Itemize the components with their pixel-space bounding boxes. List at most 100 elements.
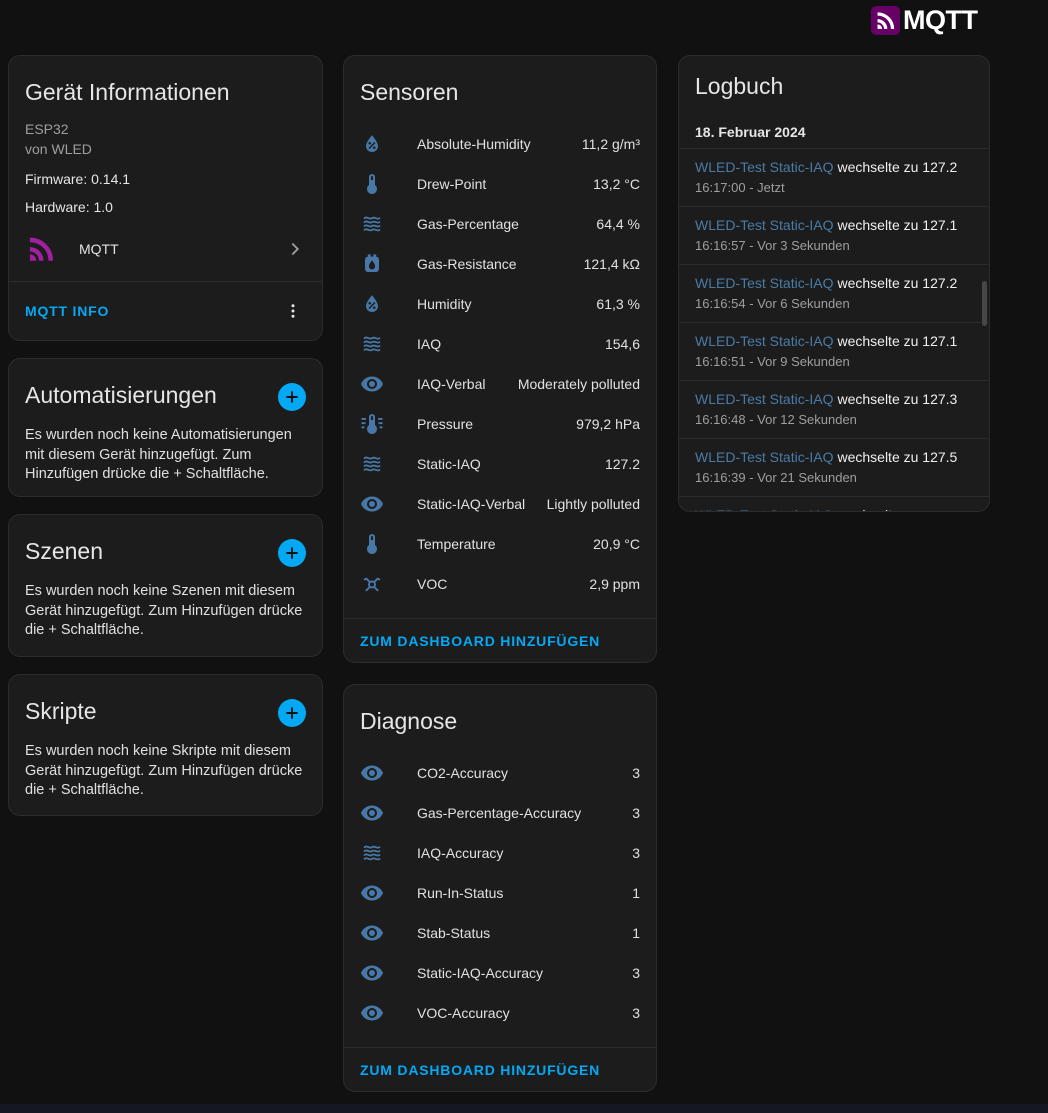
logbook-message-text: wechselte zu 127.2 <box>837 159 958 175</box>
sensor-row[interactable]: Gas-Percentage 64,4 % <box>344 204 656 244</box>
eye-icon <box>360 881 384 905</box>
water-percent-icon <box>360 132 384 156</box>
sensor-name: Temperature <box>417 536 496 552</box>
right-column: Logbuch 18. Februar 2024 WLED-Test Stati… <box>678 55 990 512</box>
sensor-row[interactable]: Gas-Resistance 121,4 kΩ <box>344 244 656 284</box>
sensor-row[interactable]: Pressure 979,2 hPa <box>344 404 656 444</box>
sensor-row[interactable]: IAQ-Verbal Moderately polluted <box>344 364 656 404</box>
diagnostics-card: Diagnose CO2-Accuracy 3 Gas-Percentage-A… <box>343 684 657 1092</box>
diagnostic-name: VOC-Accuracy <box>417 1005 510 1021</box>
entity-link[interactable]: WLED-Test Static-IAQ <box>695 159 833 175</box>
scenes-title-row: Szenen <box>9 515 322 567</box>
sensor-row[interactable]: IAQ 154,6 <box>344 324 656 364</box>
diagnostic-row[interactable]: Stab-Status 1 <box>344 913 656 953</box>
logbook-message: WLED-Test Static-IAQ wechselte zu 127.2 <box>695 273 973 293</box>
logbook-timestamp: 16:16:48 - Vor 12 Sekunden <box>695 412 857 427</box>
plus-icon <box>286 547 298 559</box>
entity-link[interactable]: WLED-Test Static-IAQ <box>695 333 833 349</box>
logbook-message: WLED-Test Static-IAQ wechselte zu 127.3 <box>695 389 973 409</box>
diagnostic-row[interactable]: Gas-Percentage-Accuracy 3 <box>344 793 656 833</box>
scripts-title: Skripte <box>25 698 97 724</box>
sensor-value: 154,6 <box>604 336 640 352</box>
diagnostic-row[interactable]: VOC-Accuracy 3 <box>344 993 656 1033</box>
sensor-row[interactable]: Humidity 61,3 % <box>344 284 656 324</box>
diagnostic-value: 3 <box>632 1005 640 1021</box>
logbook-message: WLED-Test Static-IAQ wechselte zu <box>695 505 973 511</box>
diagnostic-value: 3 <box>632 765 640 781</box>
diagnostic-row[interactable]: CO2-Accuracy 3 <box>344 753 656 793</box>
diagnostics-title: Diagnose <box>360 708 458 734</box>
entity-link[interactable]: WLED-Test Static-IAQ <box>695 275 833 291</box>
page-bottom-strip <box>0 1104 1048 1113</box>
add-script-button[interactable] <box>278 699 306 727</box>
dots-vertical-icon <box>291 304 295 318</box>
entity-link[interactable]: WLED-Test Static-IAQ <box>695 449 833 465</box>
connection-row-mqtt[interactable]: MQTT <box>9 233 322 265</box>
logbook-timestamp: 16:16:51 - Vor 9 Sekunden <box>695 354 850 369</box>
logbook-message-text: wechselte zu 127.5 <box>837 449 958 465</box>
logbook-entry: WLED-Test Static-IAQ wechselte zu <box>679 497 989 511</box>
dots-vertical-menu-button[interactable] <box>276 294 310 328</box>
eye-icon <box>360 921 384 945</box>
sensor-name: Static-IAQ <box>417 456 481 472</box>
eye-icon <box>360 372 384 396</box>
diagnostic-value: 1 <box>632 885 640 901</box>
add-to-dashboard-button[interactable]: ZUM DASHBOARD HINZUFÜGEN <box>360 633 600 649</box>
diagnostics-card-footer: ZUM DASHBOARD HINZUFÜGEN <box>344 1047 656 1091</box>
mqtt-info-button[interactable]: MQTT INFO <box>25 303 109 319</box>
entity-link[interactable]: WLED-Test Static-IAQ <box>695 217 833 233</box>
diagnostics-list: CO2-Accuracy 3 Gas-Percentage-Accuracy 3… <box>344 753 656 1033</box>
sensors-list: Absolute-Humidity 11,2 g/m³ Drew-Point 1… <box>344 124 656 604</box>
sensor-value: 121,4 kΩ <box>583 256 640 272</box>
automations-title-row: Automatisierungen <box>9 359 322 411</box>
sensor-row[interactable]: Drew-Point 13,2 °C <box>344 164 656 204</box>
sensor-name: Pressure <box>417 416 474 432</box>
sensor-row[interactable]: VOC 2,9 ppm <box>344 564 656 604</box>
air-filter-icon <box>360 452 384 476</box>
sensors-title: Sensoren <box>360 79 459 105</box>
entity-link[interactable]: WLED-Test Static-IAQ <box>695 391 833 407</box>
thermometer-icon <box>360 532 384 556</box>
add-to-dashboard-button[interactable]: ZUM DASHBOARD HINZUFÜGEN <box>360 1062 600 1078</box>
logbook-message-text: wechselte zu 127.3 <box>837 391 958 407</box>
sensor-name: IAQ <box>417 336 442 352</box>
add-scene-button[interactable] <box>278 539 306 567</box>
sensor-value: 979,2 hPa <box>576 416 640 432</box>
diagnostic-row[interactable]: Run-In-Status 1 <box>344 873 656 913</box>
entity-link[interactable]: WLED-Test Static-IAQ <box>695 507 833 511</box>
sensor-name: Static-IAQ-Verbal <box>417 496 526 512</box>
sensor-row[interactable]: Static-IAQ-Verbal Lightly polluted <box>344 484 656 524</box>
sensor-value: 11,2 g/m³ <box>581 136 640 152</box>
logbook-card: Logbuch 18. Februar 2024 WLED-Test Stati… <box>678 55 990 512</box>
add-automation-button[interactable] <box>278 383 306 411</box>
logbook-timestamp: 16:17:00 - Jetzt <box>695 180 785 195</box>
sensor-row[interactable]: Absolute-Humidity 11,2 g/m³ <box>344 124 656 164</box>
logbook-entry: WLED-Test Static-IAQ wechselte zu 127.1 1… <box>679 323 989 381</box>
mqtt-logo: MQTT <box>871 5 978 36</box>
scrollbar-thumb[interactable] <box>982 281 987 326</box>
mqtt-arcs-icon <box>25 233 57 265</box>
scripts-title-row: Skripte <box>9 675 322 727</box>
logbook-title: Logbuch <box>695 73 784 99</box>
scripts-card: Skripte Es wurden noch keine Skripte mit… <box>8 674 323 816</box>
diagnostic-name: Static-IAQ-Accuracy <box>417 965 544 981</box>
eye-icon <box>360 761 384 785</box>
thermometer-icon <box>360 172 384 196</box>
sensor-value: 61,3 % <box>596 296 640 312</box>
sensor-name: Drew-Point <box>417 176 487 192</box>
sensor-row[interactable]: Static-IAQ 127.2 <box>344 444 656 484</box>
sensor-value: Lightly polluted <box>546 496 640 512</box>
automations-card: Automatisierungen Es wurden noch keine A… <box>8 358 323 497</box>
logbook-message: WLED-Test Static-IAQ wechselte zu 127.5 <box>695 447 973 467</box>
logbook-message: WLED-Test Static-IAQ wechselte zu 127.1 <box>695 215 973 235</box>
diagnostic-row[interactable]: Static-IAQ-Accuracy 3 <box>344 953 656 993</box>
left-column: Gerät Informationen ESP32 von WLED Firmw… <box>8 55 323 816</box>
middle-column: Sensoren Absolute-Humidity 11,2 g/m³ Dre… <box>343 55 657 1092</box>
eye-icon <box>360 492 384 516</box>
sensor-row[interactable]: Temperature 20,9 °C <box>344 524 656 564</box>
diagnostic-row[interactable]: IAQ-Accuracy 3 <box>344 833 656 873</box>
sensor-name: Gas-Percentage <box>417 216 519 232</box>
device-info-title: Gerät Informationen <box>25 79 230 105</box>
sensors-card: Sensoren Absolute-Humidity 11,2 g/m³ Dre… <box>343 55 657 663</box>
logbook-message: WLED-Test Static-IAQ wechselte zu 127.2 <box>695 157 973 177</box>
